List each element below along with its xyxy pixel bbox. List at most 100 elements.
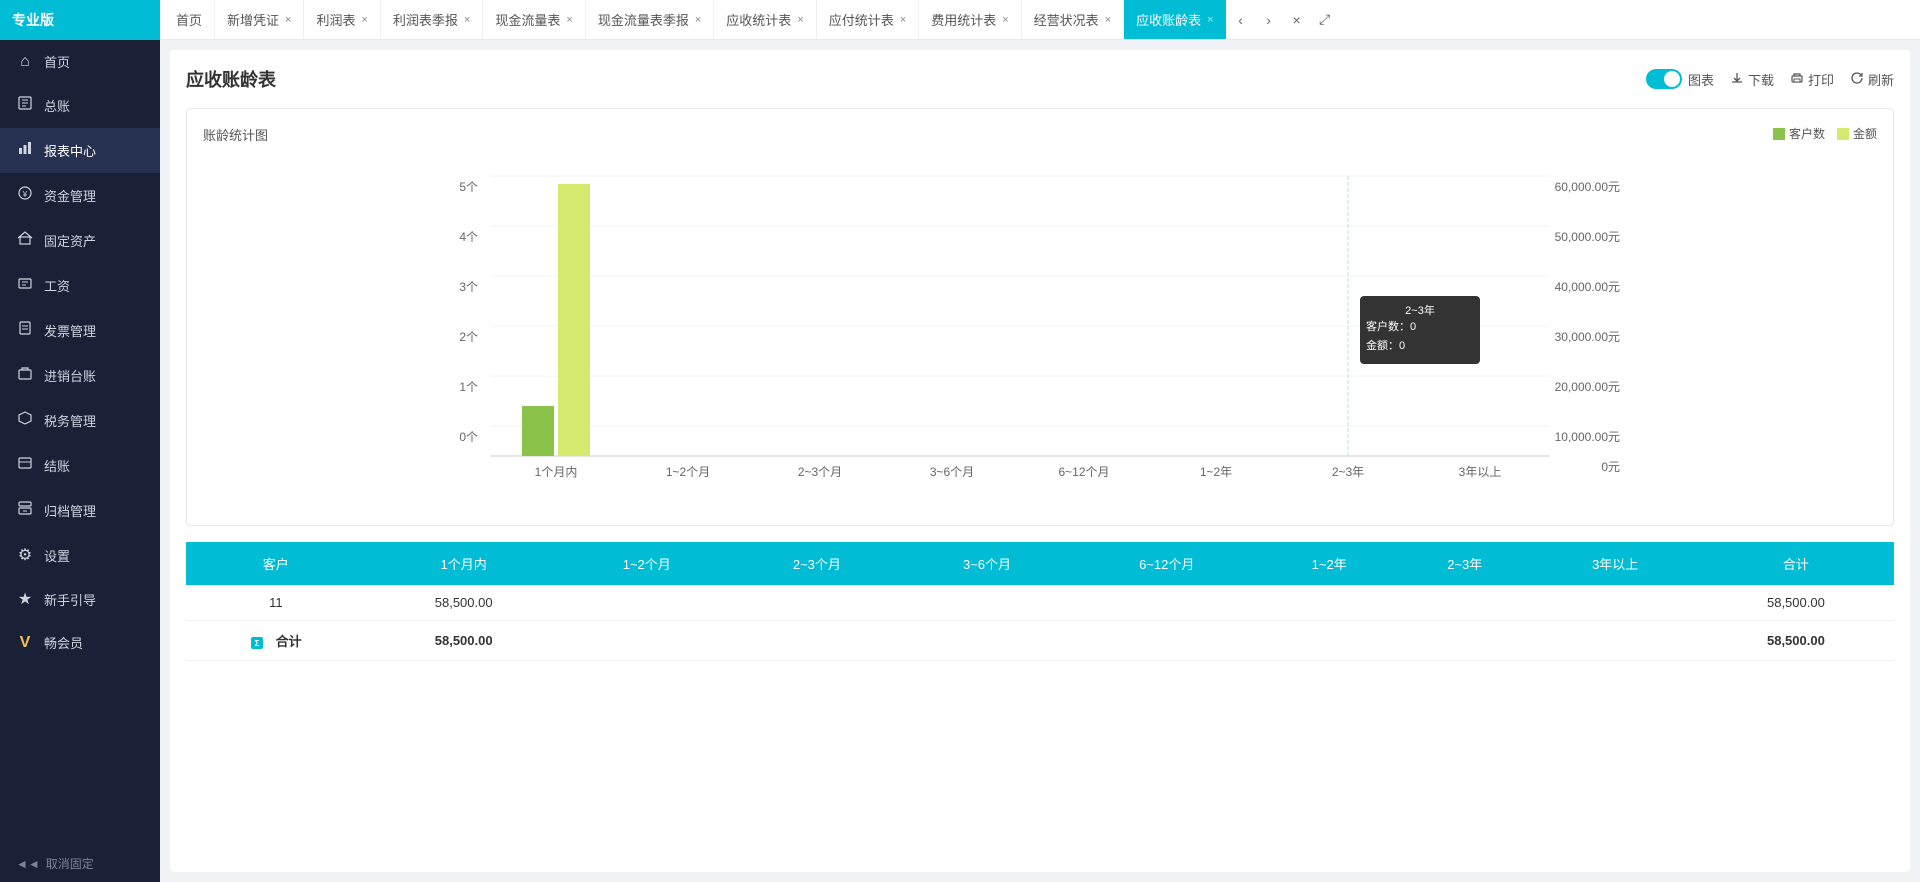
sidebar-item-invoice[interactable]: 发票管理 [0,308,160,353]
sidebar-item-settings[interactable]: ⚙ 设置 [0,533,160,577]
chart-svg: 5个 4个 3个 2个 1个 0个 60,000.00元 50,000.00元 … [203,156,1877,506]
sidebar-item-ledger[interactable]: 总账 [0,83,160,128]
cell-m6 [902,585,1072,621]
svg-text:2个: 2个 [459,330,478,344]
archive-icon [16,500,34,521]
svg-text:3个: 3个 [459,280,478,294]
total-row-label: 合计 [276,634,302,649]
download-button[interactable]: 下载 [1730,70,1774,89]
chart-toggle-container[interactable]: 图表 [1646,69,1714,89]
sidebar-item-funds[interactable]: ¥ 资金管理 [0,173,160,218]
tab-payable-stat[interactable]: 应付统计表 × [817,0,919,40]
tab-new-voucher-close[interactable]: × [285,14,291,26]
member-icon: V [16,634,34,652]
tab-receivable-stat-label: 应收统计表 [726,10,791,29]
sidebar-item-assets[interactable]: 固定资产 [0,218,160,263]
tab-profit-quarterly-label: 利润表季报 [393,10,458,29]
bar-amount-m1 [558,184,590,456]
cell-total: 58,500.00 [1698,585,1894,621]
sidebar-item-label: 工资 [44,276,70,295]
tab-expand[interactable]: ⤢ [1311,6,1339,34]
cell-customer: 11 [186,585,366,621]
sidebar-unpin[interactable]: ◄◄ 取消固定 [0,845,160,882]
tab-cashflow-close[interactable]: × [566,14,572,26]
tab-receivable-stat[interactable]: 应收统计表 × [714,0,816,40]
tab-expense-stat-close[interactable]: × [1002,14,1008,26]
chart-svg-container: 5个 4个 3个 2个 1个 0个 60,000.00元 50,000.00元 … [203,156,1877,509]
col-m2: 1~2个月 [562,542,732,585]
refresh-button[interactable]: 刷新 [1850,70,1894,89]
col-y2: 1~2年 [1261,542,1397,585]
col-m12: 6~12个月 [1072,542,1261,585]
sidebar-item-label: 结账 [44,456,70,475]
tab-biz-status[interactable]: 经营状况表 × [1022,0,1124,40]
chart-toggle-label: 图表 [1688,70,1714,89]
print-button[interactable]: 打印 [1790,70,1834,89]
tab-expense-stat[interactable]: 费用统计表 × [919,0,1021,40]
invoice-icon [16,320,34,341]
sidebar-item-label: 进销台账 [44,366,96,385]
tab-close-all[interactable]: × [1283,6,1311,34]
tab-scroll-left[interactable]: ‹ [1227,6,1255,34]
cell-m3 [732,585,902,621]
sidebar-item-guide[interactable]: ★ 新手引导 [0,577,160,621]
tab-receivable-aging-close[interactable]: × [1207,14,1213,26]
chart-legend: 客户数 金额 [1773,125,1877,142]
cell-y2 [1261,585,1397,621]
svg-text:2~3年: 2~3年 [1405,303,1435,317]
data-table: 客户 1个月内 1~2个月 2~3个月 3~6个月 6~12个月 1~2年 2~… [186,542,1894,661]
funds-icon: ¥ [16,185,34,206]
chart-area: 账龄统计图 客户数 金额 5个 4个 3个 2个 1个 [186,108,1894,526]
svg-text:1个月内: 1个月内 [535,465,578,479]
tab-payable-stat-close[interactable]: × [900,14,906,26]
sidebar-item-label: 畅会员 [44,633,83,652]
tab-cashflow-quarterly-close[interactable]: × [695,14,701,26]
sidebar-item-label: 首页 [44,52,70,71]
legend-customer-label: 客户数 [1789,125,1825,142]
sidebar-item-close-account[interactable]: 结账 [0,443,160,488]
sidebar-item-tax[interactable]: 税务管理 [0,398,160,443]
tab-receivable-aging[interactable]: 应收账龄表 × [1124,0,1226,40]
tab-home[interactable]: 首页 [164,0,215,40]
assets-icon [16,230,34,251]
sidebar-item-salary[interactable]: 工资 [0,263,160,308]
tab-profit-label: 利润表 [316,10,355,29]
total-m6 [902,621,1072,661]
col-customer: 客户 [186,542,366,585]
tab-profit-close[interactable]: × [361,14,367,26]
tab-biz-status-close[interactable]: × [1105,14,1111,26]
sidebar-item-label: 固定资产 [44,231,96,250]
tab-profit-quarterly[interactable]: 利润表季报 × [381,0,483,40]
tab-receivable-stat-close[interactable]: × [797,14,803,26]
download-label: 下载 [1748,70,1774,89]
total-m2 [562,621,732,661]
total-m12 [1072,621,1261,661]
main-area: 首页 新增凭证 × 利润表 × 利润表季报 × 现金流量表 × 现金流量表季报 … [160,0,1920,882]
chart-toggle[interactable] [1646,69,1682,89]
sales-icon [16,365,34,386]
tab-profit-quarterly-close[interactable]: × [464,14,470,26]
table-row: 11 58,500.00 58,500.00 [186,585,1894,621]
tab-profit[interactable]: 利润表 × [304,0,380,40]
legend-customer: 客户数 [1773,125,1825,142]
sidebar-item-sales[interactable]: 进销台账 [0,353,160,398]
sidebar-item-reports[interactable]: 报表中心 [0,128,160,173]
svg-text:1~2年: 1~2年 [1200,465,1232,479]
cell-m2 [562,585,732,621]
sidebar-item-member[interactable]: V 畅会员 [0,621,160,664]
total-y3 [1397,621,1533,661]
sidebar-item-home[interactable]: ⌂ 首页 [0,40,160,83]
tab-cashflow[interactable]: 现金流量表 × [483,0,585,40]
tab-scroll-right[interactable]: › [1255,6,1283,34]
svg-text:1个: 1个 [459,380,478,394]
tab-new-voucher[interactable]: 新增凭证 × [215,0,304,40]
total-m1: 58,500.00 [366,621,562,661]
table-header-row: 客户 1个月内 1~2个月 2~3个月 3~6个月 6~12个月 1~2年 2~… [186,542,1894,585]
sidebar-item-archive[interactable]: 归档管理 [0,488,160,533]
bar-customer-m1 [522,406,554,456]
sidebar-item-label: 设置 [44,546,70,565]
tab-cashflow-quarterly[interactable]: 现金流量表季报 × [586,0,714,40]
tab-home-label: 首页 [176,10,202,29]
page-header: 应收账龄表 图表 下载 打印 [186,66,1894,92]
sidebar-item-label: 报表中心 [44,141,96,160]
